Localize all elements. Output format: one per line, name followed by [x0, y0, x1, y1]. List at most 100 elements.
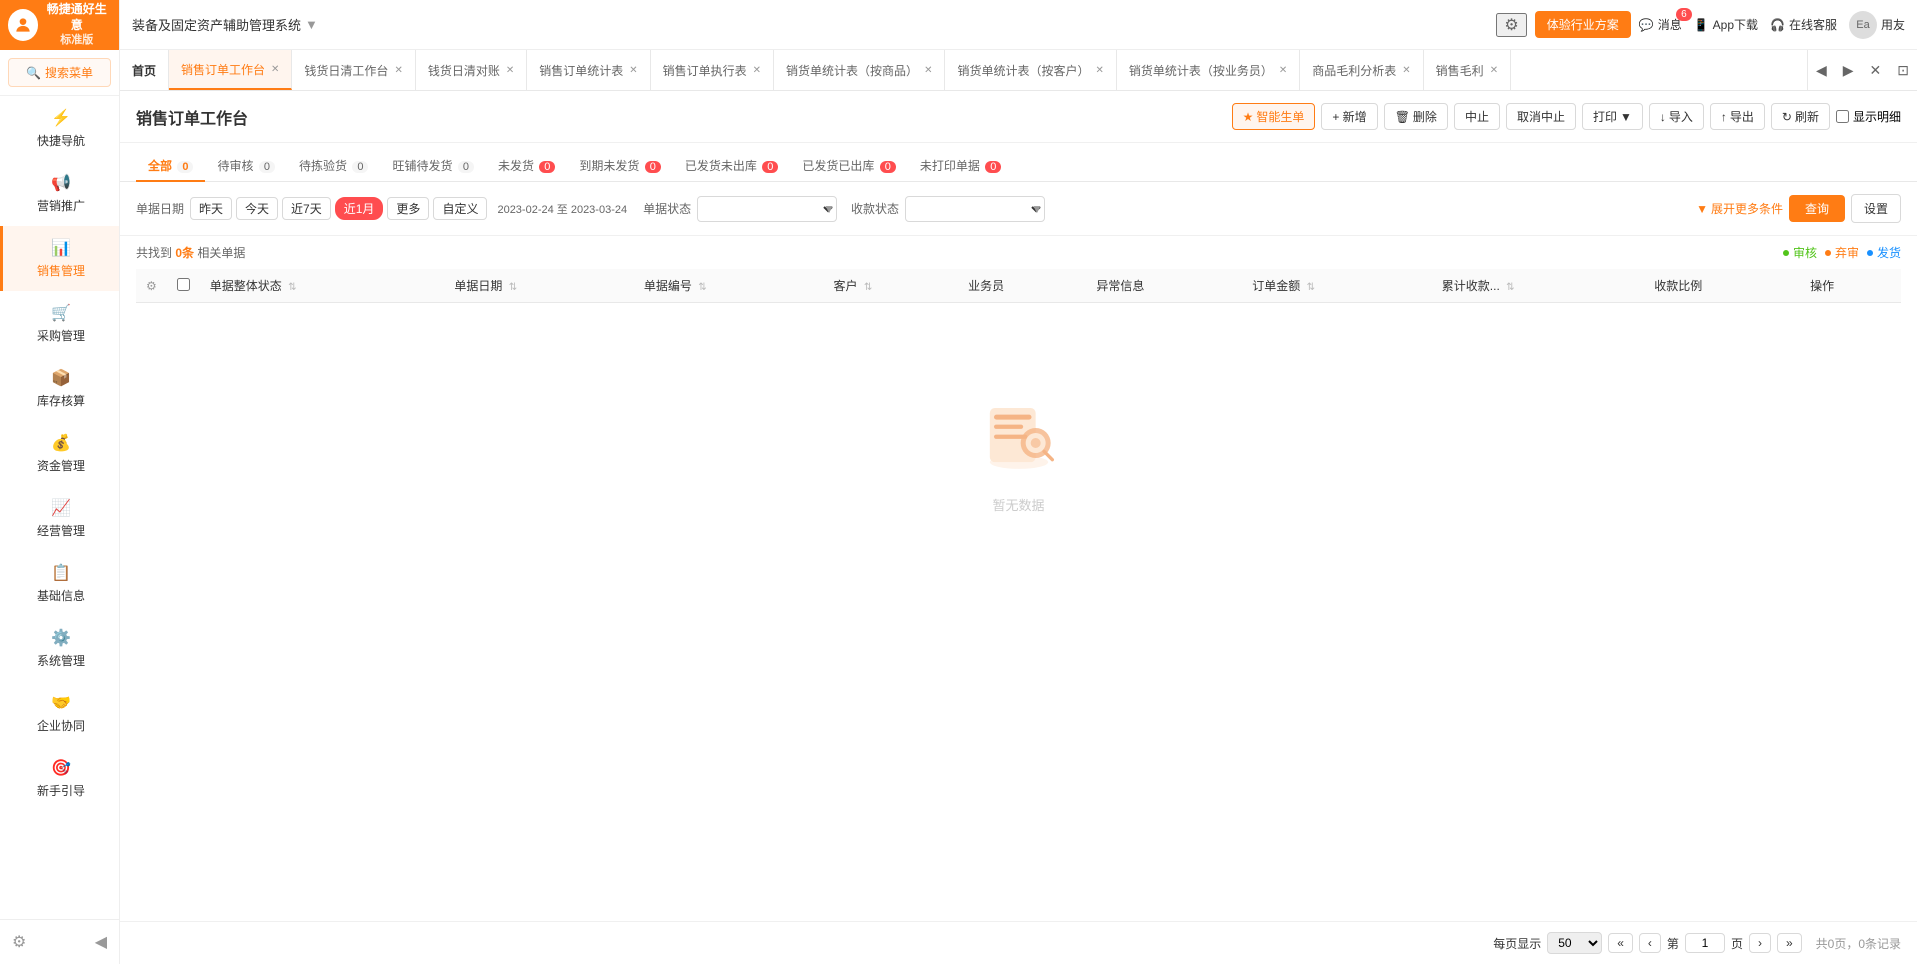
sidebar-item-guide[interactable]: 🎯 新手引导	[0, 746, 119, 811]
experience-btn[interactable]: 体验行业方案	[1535, 11, 1631, 38]
tab-close-sales-more[interactable]: ✕	[1490, 65, 1498, 76]
tab-home[interactable]: 首页	[120, 50, 169, 90]
message-btn[interactable]: 💬 6 消息	[1639, 16, 1682, 33]
filter-more-btn[interactable]: 更多	[387, 197, 429, 220]
th-exception[interactable]: 异常信息	[1086, 269, 1242, 303]
sidebar-item-purchase[interactable]: 🛒 采购管理	[0, 291, 119, 356]
tab-close-summary-product[interactable]: ✕	[924, 65, 932, 76]
filter-today-btn[interactable]: 今天	[236, 197, 278, 220]
th-date[interactable]: 单据日期 ⇅	[444, 269, 634, 303]
tab-gross-profit[interactable]: 商品毛利分析表 ✕	[1300, 50, 1423, 90]
tab-close-sales-stat[interactable]: ✕	[629, 65, 637, 76]
tab-close-cash-daily[interactable]: ✕	[394, 65, 402, 76]
delete-button[interactable]: 🗑 删除	[1384, 103, 1448, 130]
tab-scroll-left[interactable]: ◀	[1808, 50, 1835, 90]
sub-tab-expired-not-shipped[interactable]: 到期未发货 0	[567, 151, 672, 182]
sub-tab-all[interactable]: 全部 0	[136, 151, 205, 182]
filter-yesterday-btn[interactable]: 昨天	[190, 197, 232, 220]
add-button[interactable]: + 新增	[1321, 103, 1377, 130]
tab-scroll-right[interactable]: ▶	[1835, 50, 1862, 90]
sub-tab-shipped-not-out[interactable]: 已发货未出库 0	[673, 151, 790, 182]
page-actions: ★ 智能生单 + 新增 🗑 删除 中止 取消中止 打印 ▼ ↓	[1232, 103, 1901, 130]
tab-cash-reconcile[interactable]: 钱货日清对账 ✕	[416, 50, 527, 90]
review-action-btn[interactable]: 审核	[1783, 244, 1817, 261]
tab-sales-summary-staff[interactable]: 销货单统计表（按业务员） ✕	[1117, 50, 1300, 90]
last-page-btn[interactable]: »	[1777, 933, 1802, 953]
tab-close-summary-staff[interactable]: ✕	[1279, 65, 1287, 76]
tab-sales-more[interactable]: 销售毛利 ✕	[1424, 50, 1511, 90]
sidebar-item-sales[interactable]: 📊 销售管理	[0, 226, 119, 291]
sub-tab-shipped-out[interactable]: 已发货已出库 0	[790, 151, 907, 182]
filter-payment-select[interactable]	[905, 196, 1045, 222]
tab-close-sales-exec[interactable]: ✕	[753, 65, 761, 76]
collapse-sidebar-button[interactable]: ◀	[91, 928, 111, 956]
sidebar-item-quick-nav[interactable]: ⚡ 快捷导航	[0, 96, 119, 161]
tab-sales-summary-customer[interactable]: 销货单统计表（按客户） ✕	[945, 50, 1116, 90]
sidebar-item-base[interactable]: 📋 基础信息	[0, 551, 119, 616]
filter-custom-btn[interactable]: 自定义	[433, 197, 487, 220]
sidebar-item-enterprise[interactable]: 🤝 企业协同	[0, 681, 119, 746]
select-all-checkbox[interactable]	[177, 278, 190, 291]
smart-create-button[interactable]: ★ 智能生单	[1232, 103, 1316, 130]
cancel-stop-button[interactable]: 取消中止	[1506, 103, 1576, 130]
settings-bottom-button[interactable]: ⚙	[8, 928, 30, 956]
tab-close-summary-customer[interactable]: ✕	[1095, 65, 1103, 76]
th-number[interactable]: 单据编号 ⇅	[634, 269, 824, 303]
app-download-btn[interactable]: 📱 App下载	[1694, 16, 1758, 33]
sidebar-item-marketing[interactable]: 📢 营销推广	[0, 161, 119, 226]
stop-button[interactable]: 中止	[1454, 103, 1500, 130]
sidebar-item-finance[interactable]: 💰 资金管理	[0, 421, 119, 486]
export-button[interactable]: ↑ 导出	[1710, 103, 1765, 130]
th-ratio[interactable]: 收款比例	[1644, 269, 1800, 303]
sub-tab-not-shipped[interactable]: 未发货 0	[486, 151, 567, 182]
th-customer[interactable]: 客户 ⇅	[823, 269, 958, 303]
app-logo: 畅捷通好生意 标准版	[0, 0, 119, 50]
tab-close-cash-reconcile[interactable]: ✕	[506, 65, 514, 76]
tab-close-sales-workbench[interactable]: ✕	[271, 64, 279, 75]
sidebar-item-inventory[interactable]: 📦 库存核算	[0, 356, 119, 421]
th-collected[interactable]: 累计收款... ⇅	[1432, 269, 1644, 303]
user-menu-btn[interactable]: Ea 用友	[1849, 11, 1905, 39]
tab-sales-exec[interactable]: 销售订单执行表 ✕	[651, 50, 774, 90]
ship-action-btn[interactable]: 发货	[1867, 244, 1901, 261]
tab-cash-daily[interactable]: 钱货日清工作台 ✕	[292, 50, 415, 90]
cancel-review-action-btn[interactable]: 弃审	[1825, 244, 1859, 261]
online-service-btn[interactable]: 🎧 在线客服	[1770, 16, 1837, 33]
query-button[interactable]: 查询	[1789, 195, 1845, 222]
tab-sales-stat[interactable]: 销售订单统计表 ✕	[527, 50, 650, 90]
search-menu-button[interactable]: 🔍 搜索菜单	[8, 58, 111, 87]
tab-expand[interactable]: ⊡	[1889, 50, 1917, 90]
filter-status-select[interactable]	[697, 196, 837, 222]
th-checkbox[interactable]	[167, 269, 200, 303]
header-settings-button[interactable]: ⚙	[1496, 13, 1526, 37]
tab-sales-workbench[interactable]: 销售订单工作台 ✕	[169, 50, 292, 90]
filter-1month-btn[interactable]: 近1月	[335, 197, 384, 220]
prev-page-btn[interactable]: ‹	[1639, 933, 1661, 953]
filter-expand-button[interactable]: ▼ 展开更多条件	[1696, 200, 1783, 217]
tab-close-all[interactable]: ✕	[1862, 50, 1890, 90]
show-detail-checkbox-label[interactable]: 显示明细	[1836, 108, 1901, 125]
sub-tab-wangpu[interactable]: 旺铺待发货 0	[380, 151, 485, 182]
sub-tab-not-printed[interactable]: 未打印单据 0	[908, 151, 1013, 182]
th-status[interactable]: 单据整体状态 ⇅	[200, 269, 445, 303]
tab-sales-summary-product[interactable]: 销货单统计表（按商品） ✕	[774, 50, 945, 90]
filter-7days-btn[interactable]: 近7天	[282, 197, 331, 220]
th-amount[interactable]: 订单金额 ⇅	[1242, 269, 1432, 303]
refresh-button[interactable]: ↻ 刷新	[1771, 103, 1830, 130]
page-number-input[interactable]	[1685, 933, 1725, 953]
sidebar-item-system[interactable]: ⚙️ 系统管理	[0, 616, 119, 681]
import-button[interactable]: ↓ 导入	[1649, 103, 1704, 130]
sidebar-item-operations[interactable]: 📈 经营管理	[0, 486, 119, 551]
next-page-btn[interactable]: ›	[1749, 933, 1771, 953]
th-gear[interactable]: ⚙	[136, 269, 167, 303]
first-page-btn[interactable]: «	[1608, 933, 1633, 953]
sub-tab-pending-check[interactable]: 待拣验货 0	[287, 151, 380, 182]
show-detail-checkbox[interactable]	[1836, 110, 1849, 123]
sub-tab-pending-review[interactable]: 待审核 0	[205, 151, 286, 182]
th-staff[interactable]: 业务员	[958, 269, 1086, 303]
page-size-select[interactable]: 20 50 100	[1547, 932, 1602, 954]
filter-setting-button[interactable]: 设置	[1851, 194, 1901, 223]
print-dropdown-icon: ▼	[1620, 110, 1632, 124]
print-button[interactable]: 打印 ▼	[1582, 103, 1643, 130]
tab-close-gross-profit[interactable]: ✕	[1402, 65, 1410, 76]
